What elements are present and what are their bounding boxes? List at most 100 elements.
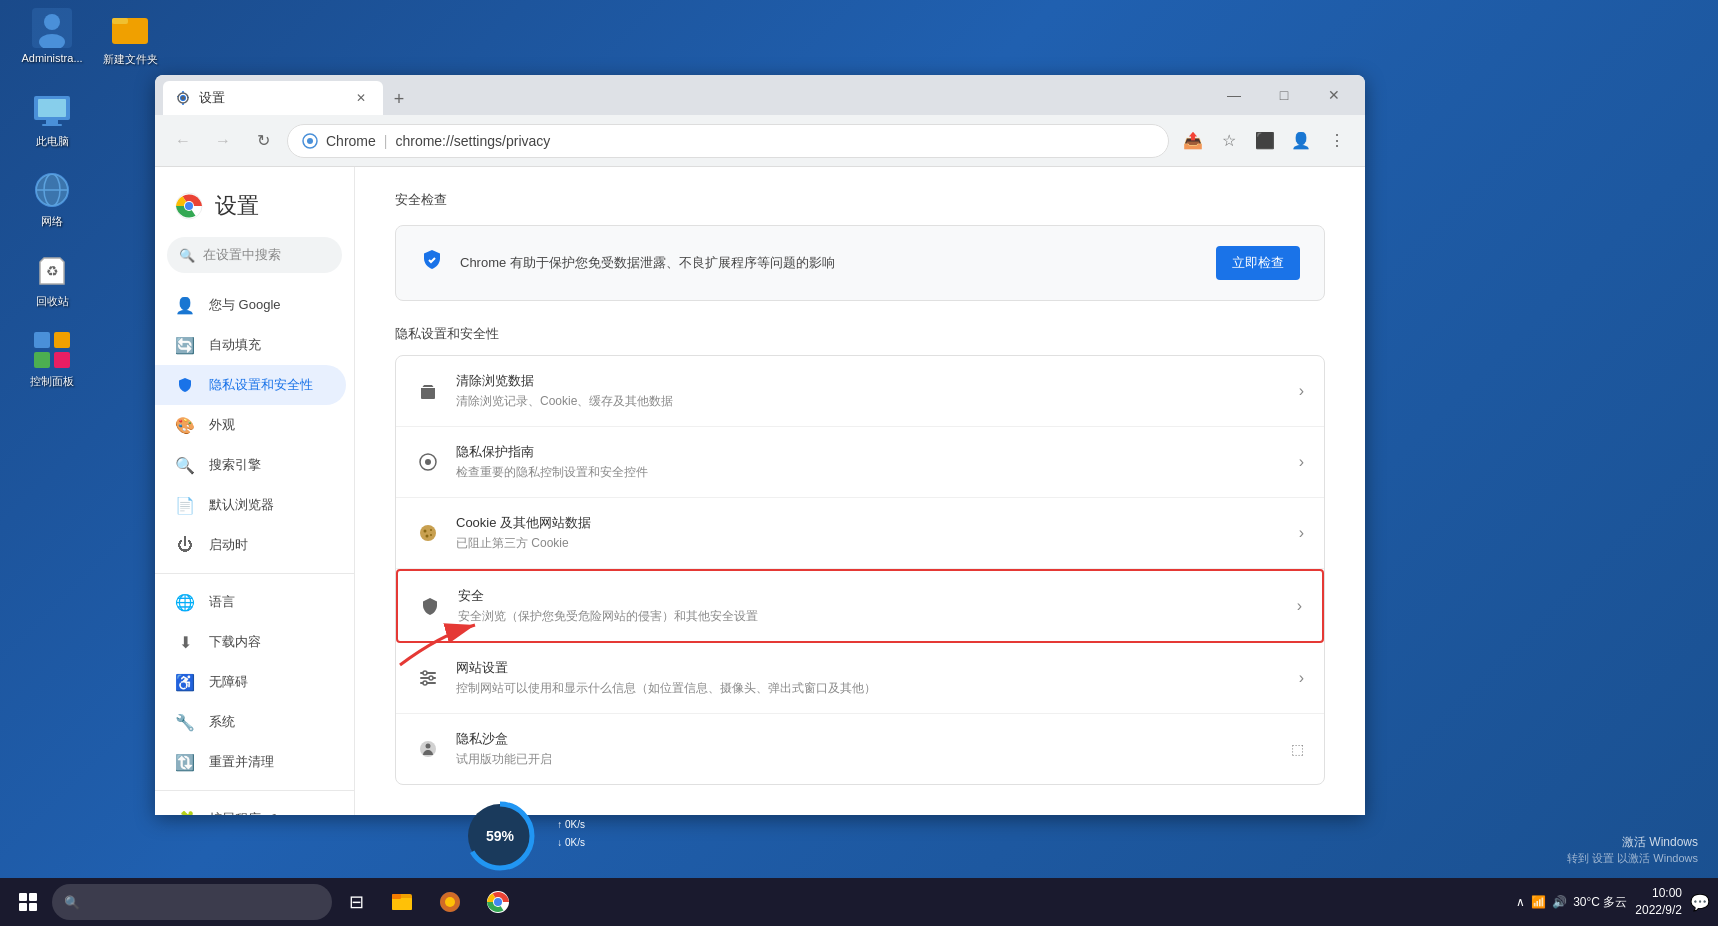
close-button[interactable]: ✕ — [1311, 79, 1357, 111]
cookies-arrow: › — [1299, 524, 1304, 542]
network-widget: 59% ↑ 0K/s ↓ 0K/s — [465, 801, 535, 871]
new-tab-button[interactable]: + — [383, 83, 415, 115]
taskbar-search[interactable]: 🔍 — [52, 884, 332, 920]
taskbar-clock[interactable]: 10:00 2022/9/2 — [1635, 885, 1682, 919]
sidebar-item-appearance[interactable]: 🎨 外观 — [155, 405, 354, 445]
sidebar-label-autofill: 自动填充 — [209, 336, 261, 354]
sidebar-item-privacy[interactable]: 隐私设置和安全性 — [155, 365, 346, 405]
clear-browsing-text: 清除浏览数据 清除浏览记录、Cookie、缓存及其他数据 — [456, 372, 1283, 410]
desktop-icon-admin[interactable]: Administra... — [12, 8, 92, 64]
cookies-icon — [416, 521, 440, 545]
privacy-guide-text: 隐私保护指南 检查重要的隐私控制设置和安全控件 — [456, 443, 1283, 481]
sidebar-label-language: 语言 — [209, 593, 235, 611]
privacy-item-site-settings[interactable]: 网站设置 控制网站可以使用和显示什么信息（如位置信息、摄像头、弹出式窗口及其他）… — [396, 643, 1324, 714]
menu-button[interactable]: ⋮ — [1321, 125, 1353, 157]
privacy-sandbox-title: 隐私沙盒 — [456, 730, 1275, 748]
clear-browsing-title: 清除浏览数据 — [456, 372, 1283, 390]
desktop-icon-control-panel[interactable]: 控制面板 — [12, 330, 92, 389]
site-settings-title: 网站设置 — [456, 659, 1283, 677]
sidebar-item-search-engine[interactable]: 🔍 搜索引擎 — [155, 445, 354, 485]
bookmark-button[interactable]: ☆ — [1213, 125, 1245, 157]
privacy-sandbox-external-icon: ⬚ — [1291, 741, 1304, 757]
site-label: Chrome — [326, 133, 376, 149]
back-button[interactable]: ← — [167, 125, 199, 157]
security-icon — [418, 594, 442, 618]
svg-point-24 — [185, 202, 193, 210]
desktop-icon-this-pc[interactable]: 此电脑 — [12, 90, 92, 149]
sidebar-label-appearance: 外观 — [209, 416, 235, 434]
forward-button[interactable]: → — [207, 125, 239, 157]
clear-browsing-icon — [416, 379, 440, 403]
maximize-button[interactable]: □ — [1261, 79, 1307, 111]
chrome-button[interactable] — [476, 880, 520, 924]
svg-point-12 — [36, 174, 68, 206]
svg-rect-17 — [54, 352, 70, 368]
sidebar-item-autofill[interactable]: 🔄 自动填充 — [155, 325, 354, 365]
window-controls: — □ ✕ — [1211, 79, 1357, 115]
desktop-icon-recycle[interactable]: ♻ 回收站 — [12, 250, 92, 309]
main-content: 安全检查 Chrome 有助于保护您免受数据泄露、不良扩展程序等问题的影响 立即… — [355, 167, 1365, 815]
default-browser-icon: 📄 — [175, 495, 195, 515]
privacy-guide-arrow: › — [1299, 453, 1304, 471]
sidebar-item-downloads[interactable]: ⬇ 下载内容 — [155, 622, 354, 662]
security-arrow: › — [1297, 597, 1302, 615]
desktop-icon-new-folder[interactable]: 新建文件夹 — [90, 8, 170, 67]
accessibility-icon: ♿ — [175, 672, 195, 692]
tab-close-button[interactable]: ✕ — [351, 88, 371, 108]
privacy-guide-title: 隐私保护指南 — [456, 443, 1283, 461]
settings-search[interactable]: 🔍 在设置中搜索 — [167, 237, 342, 273]
firefox-button[interactable] — [428, 880, 472, 924]
privacy-item-security[interactable]: 安全 安全浏览（保护您免受危险网站的侵害）和其他安全设置 › — [396, 569, 1324, 643]
privacy-section-title: 隐私设置和安全性 — [395, 325, 1325, 343]
site-settings-arrow: › — [1299, 669, 1304, 687]
svg-point-26 — [425, 459, 431, 465]
privacy-item-cookies[interactable]: Cookie 及其他网站数据 已阻止第三方 Cookie › — [396, 498, 1324, 569]
tab-search-button[interactable]: ⬛ — [1249, 125, 1281, 157]
svg-point-36 — [429, 676, 433, 680]
svg-rect-14 — [34, 332, 50, 348]
security-desc: 安全浏览（保护您免受危险网站的侵害）和其他安全设置 — [458, 608, 1281, 625]
sidebar-item-extensions[interactable]: 🧩 扩展程序 ↗ — [155, 799, 354, 815]
windows-start-button[interactable] — [8, 882, 48, 922]
sidebar-item-language[interactable]: 🌐 语言 — [155, 582, 354, 622]
language-icon: 🌐 — [175, 592, 195, 612]
expand-tray-button[interactable]: ∧ — [1516, 895, 1525, 909]
safety-check-text: Chrome 有助于保护您免受数据泄露、不良扩展程序等问题的影响 — [460, 254, 1200, 272]
sidebar-divider-2 — [155, 790, 354, 791]
privacy-sandbox-icon — [416, 737, 440, 761]
sidebar-item-startup[interactable]: ⏻ 启动时 — [155, 525, 354, 565]
url-bar[interactable]: Chrome | chrome://settings/privacy — [287, 124, 1169, 158]
sidebar-item-google-account[interactable]: 👤 您与 Google — [155, 285, 354, 325]
weather-label: 30°C 多云 — [1573, 894, 1627, 911]
cast-button[interactable]: 📤 — [1177, 125, 1209, 157]
sidebar-label-accessibility: 无障碍 — [209, 673, 248, 691]
minimize-button[interactable]: — — [1211, 79, 1257, 111]
system-tray: ∧ 📶 🔊 30°C 多云 — [1516, 894, 1627, 911]
notification-button[interactable]: 💬 — [1690, 893, 1710, 912]
sidebar-item-default-browser[interactable]: 📄 默认浏览器 — [155, 485, 354, 525]
sidebar-label-google: 您与 Google — [209, 296, 281, 314]
tab-title: 设置 — [199, 89, 225, 107]
svg-point-47 — [445, 897, 455, 907]
sidebar-item-system[interactable]: 🔧 系统 — [155, 702, 354, 742]
desktop-icon-network[interactable]: 网络 — [12, 170, 92, 229]
task-view-button[interactable]: ⊟ — [336, 882, 376, 922]
privacy-item-privacy-sandbox[interactable]: 隐私沙盒 试用版功能已开启 ⬚ — [396, 714, 1324, 784]
svg-text:♻: ♻ — [46, 263, 59, 279]
privacy-item-clear-browsing[interactable]: 清除浏览数据 清除浏览记录、Cookie、缓存及其他数据 › — [396, 356, 1324, 427]
profile-button[interactable]: 👤 — [1285, 125, 1317, 157]
site-settings-text: 网站设置 控制网站可以使用和显示什么信息（如位置信息、摄像头、弹出式窗口及其他） — [456, 659, 1283, 697]
sidebar-label-reset: 重置并清理 — [209, 753, 274, 771]
file-explorer-button[interactable] — [380, 880, 424, 924]
clear-browsing-desc: 清除浏览记录、Cookie、缓存及其他数据 — [456, 393, 1283, 410]
site-icon — [302, 133, 318, 149]
sidebar-item-accessibility[interactable]: ♿ 无障碍 — [155, 662, 354, 702]
refresh-button[interactable]: ↻ — [247, 125, 279, 157]
privacy-item-privacy-guide[interactable]: 隐私保护指南 检查重要的隐私控制设置和安全控件 › — [396, 427, 1324, 498]
svg-point-37 — [423, 681, 427, 685]
content-area: 设置 🔍 在设置中搜索 👤 您与 Google 🔄 自动填充 — [155, 167, 1365, 815]
sidebar-item-reset[interactable]: 🔃 重置并清理 — [155, 742, 354, 782]
active-tab[interactable]: 设置 ✕ — [163, 81, 383, 115]
safety-check-button[interactable]: 立即检查 — [1216, 246, 1300, 280]
sidebar-label-default-browser: 默认浏览器 — [209, 496, 274, 514]
